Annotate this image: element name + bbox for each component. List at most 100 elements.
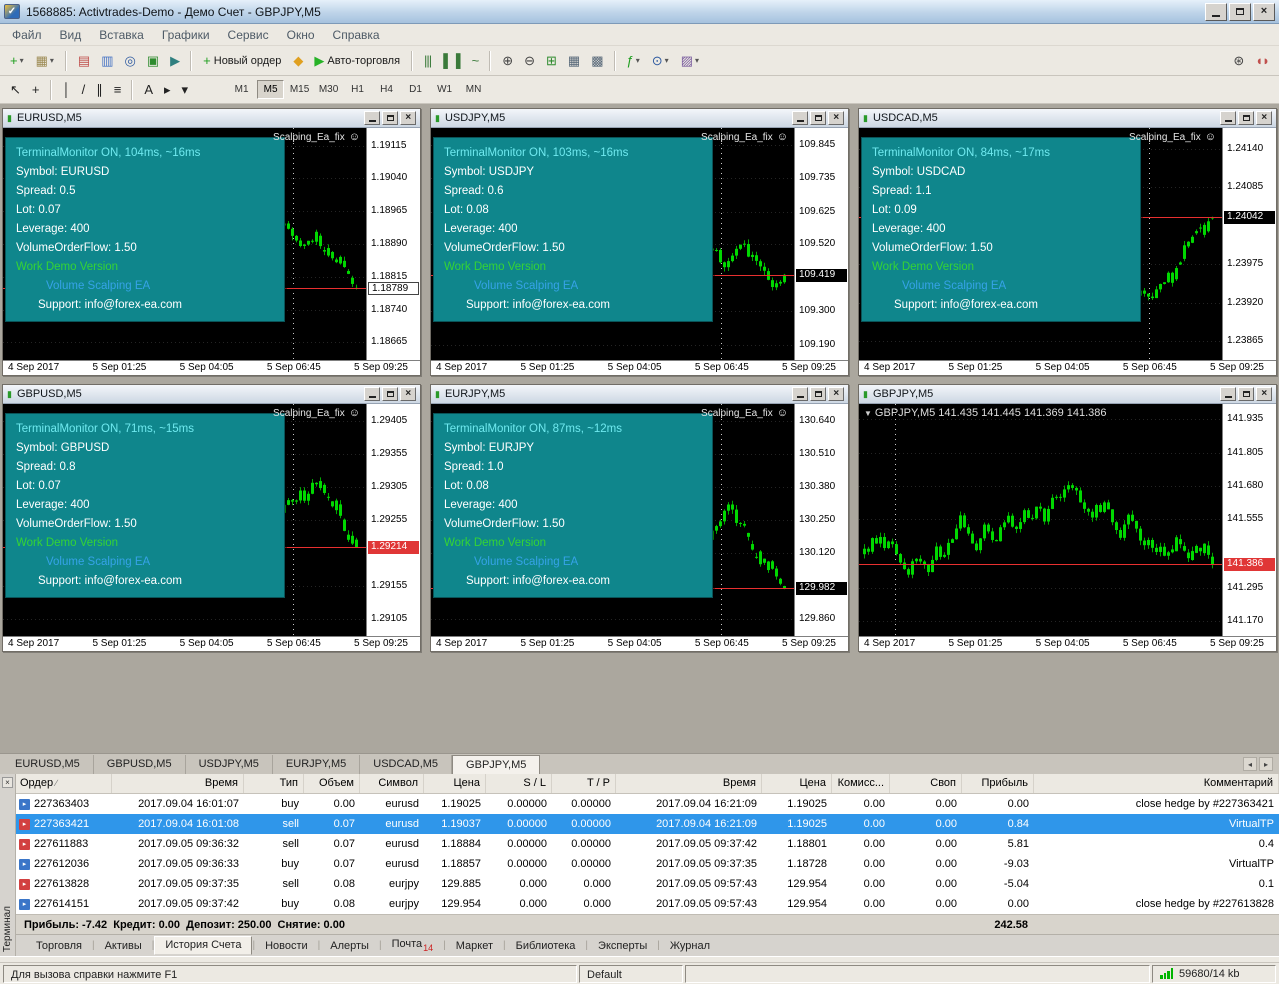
- timeframe-h1-button[interactable]: H1: [344, 80, 371, 99]
- menu-item-вид[interactable]: Вид: [51, 25, 91, 45]
- chart-restore-button[interactable]: [1238, 111, 1254, 125]
- terminal-tab-торговля[interactable]: Торговля: [26, 937, 92, 955]
- chart-restore-button[interactable]: [810, 111, 826, 125]
- chart-plot[interactable]: TerminalMonitor ON, 71ms, ~15ms Symbol: G…: [3, 404, 366, 636]
- arrows-button[interactable]: ▾: [177, 79, 193, 101]
- templates-button[interactable]: ▨ ▾: [676, 50, 704, 72]
- navigator-button[interactable]: ◎: [120, 50, 140, 72]
- profiles-button[interactable]: ▦ ▾: [31, 50, 59, 72]
- terminal-tab-журнал[interactable]: Журнал: [660, 937, 720, 955]
- chart-minimize-button[interactable]: [792, 387, 808, 401]
- terminal-tab-маркет[interactable]: Маркет: [446, 937, 503, 955]
- timeframe-d1-button[interactable]: D1: [402, 80, 429, 99]
- terminal-tab-активы[interactable]: Активы: [95, 937, 152, 955]
- menu-item-окно[interactable]: Окно: [278, 25, 324, 45]
- crosshair-button[interactable]: +: [27, 79, 44, 101]
- column-header-s-/-l-7[interactable]: S / L: [486, 774, 552, 793]
- window-tab-usdcad-m5[interactable]: USDCAD,M5: [360, 755, 453, 774]
- timeframe-m15-button[interactable]: M15: [286, 80, 313, 99]
- chart-titlebar[interactable]: ▮ EURJPY,M5 ×: [431, 385, 848, 404]
- timeframe-mn-button[interactable]: MN: [460, 80, 487, 99]
- search-button[interactable]: ⊛: [1228, 50, 1248, 72]
- column-header-объем-4[interactable]: Объем: [304, 774, 360, 793]
- menu-item-вставка[interactable]: Вставка: [90, 25, 153, 45]
- scroll-left-button[interactable]: ◂: [1243, 757, 1257, 771]
- window-titlebar[interactable]: ✓ 1568885: Activtrades-Demo - Демо Счет …: [0, 0, 1279, 24]
- vertical-line-button[interactable]: │: [58, 79, 75, 101]
- chart-close-button[interactable]: ×: [1256, 111, 1272, 125]
- terminal-tab-история-счета[interactable]: История Счета: [154, 936, 253, 955]
- chart-titlebar[interactable]: ▮ GBPJPY,M5 ×: [859, 385, 1276, 404]
- chart-minimize-button[interactable]: [1220, 111, 1236, 125]
- column-header-прибыль-13[interactable]: Прибыль: [962, 774, 1034, 793]
- fibonacci-button[interactable]: ≡: [109, 79, 126, 101]
- chart-titlebar[interactable]: ▮ GBPUSD,M5 ×: [3, 385, 420, 404]
- chart-titlebar[interactable]: ▮ EURUSD,M5 ×: [3, 109, 420, 128]
- column-header-время-9[interactable]: Время: [616, 774, 762, 793]
- chart-restore-button[interactable]: [382, 111, 398, 125]
- terminal-tab-эксперты[interactable]: Эксперты: [588, 937, 657, 955]
- menu-item-сервис[interactable]: Сервис: [219, 25, 278, 45]
- market-watch-button[interactable]: ▤: [73, 50, 94, 72]
- cursor-button[interactable]: ↖: [5, 79, 25, 101]
- timeframe-m5-button[interactable]: M5: [257, 80, 285, 99]
- timeframe-w1-button[interactable]: W1: [431, 80, 458, 99]
- arrange-windows-button[interactable]: ▦: [563, 50, 584, 72]
- chart-plot[interactable]: TerminalMonitor ON, 104ms, ~16ms Symbol: …: [3, 128, 366, 360]
- window-tab-eurusd-m5[interactable]: EURUSD,M5: [2, 755, 94, 774]
- chart-plot[interactable]: TerminalMonitor ON, 87ms, ~12ms Symbol: E…: [431, 404, 794, 636]
- chart-restore-button[interactable]: [1238, 387, 1254, 401]
- strategy-tester-button[interactable]: ▶: [165, 50, 184, 72]
- window-minimize-button[interactable]: [1205, 2, 1227, 21]
- history-row[interactable]: ▸ 227612036 2017.09.05 09:36:33 buy 0.07 euru…: [16, 854, 1279, 874]
- history-row[interactable]: ▸ 227614151 2017.09.05 09:37:42 buy 0.08 eurj…: [16, 894, 1279, 914]
- chart-restore-button[interactable]: [810, 387, 826, 401]
- chart-titlebar[interactable]: ▮ USDCAD,M5 ×: [859, 109, 1276, 128]
- window-maximize-button[interactable]: [1229, 2, 1251, 21]
- history-row[interactable]: ▸ 227363421 2017.09.04 16:01:08 sell 0.07 eur…: [16, 814, 1279, 834]
- history-row[interactable]: ▸ 227363403 2017.09.04 16:01:07 buy 0.00 euru…: [16, 794, 1279, 814]
- terminal-tab-библиотека[interactable]: Библиотека: [506, 937, 586, 955]
- chart-restore-button[interactable]: [382, 387, 398, 401]
- scroll-right-button[interactable]: ▸: [1259, 757, 1273, 771]
- tile-windows-button[interactable]: ⊞: [541, 50, 561, 72]
- menu-item-файл[interactable]: Файл: [3, 25, 51, 45]
- window-tab-gbpusd-m5[interactable]: GBPUSD,M5: [94, 755, 186, 774]
- status-profile[interactable]: Default: [579, 964, 683, 983]
- chart-line-button[interactable]: ~: [467, 50, 484, 72]
- chat-button[interactable]: ◖◗: [1250, 50, 1274, 72]
- chart-minimize-button[interactable]: [364, 111, 380, 125]
- chart-close-button[interactable]: ×: [828, 387, 844, 401]
- new-chart-button[interactable]: + ▾: [5, 50, 29, 72]
- text-label-button[interactable]: ▸: [159, 79, 175, 101]
- chart-close-button[interactable]: ×: [400, 111, 416, 125]
- equidistant-channel-button[interactable]: ∥: [91, 79, 107, 101]
- menu-item-графики[interactable]: Графики: [153, 25, 219, 45]
- column-header-тип-3[interactable]: Тип: [244, 774, 304, 793]
- chart-minimize-button[interactable]: [1220, 387, 1236, 401]
- new-order-button[interactable]: + Новый ордер: [198, 50, 286, 72]
- column-header-комисс--11[interactable]: Комисс...: [832, 774, 890, 793]
- window-close-button[interactable]: ×: [1253, 2, 1275, 21]
- data-window-button[interactable]: ▥: [96, 50, 117, 72]
- terminal-close-button[interactable]: ×: [2, 777, 13, 788]
- chart-titlebar[interactable]: ▮ USDJPY,M5 ×: [431, 109, 848, 128]
- window-tab-gbpjpy-m5[interactable]: GBPJPY,M5: [452, 755, 541, 774]
- timeframe-m1-button[interactable]: M1: [228, 80, 255, 99]
- column-header-своп-12[interactable]: Своп: [890, 774, 962, 793]
- menu-item-справка[interactable]: Справка: [324, 25, 389, 45]
- column-header-t-/-p-8[interactable]: T / P: [552, 774, 616, 793]
- metaeditor-button[interactable]: ◆: [288, 50, 307, 72]
- column-header-цена-6[interactable]: Цена: [424, 774, 486, 793]
- chart-candles-button[interactable]: ▌▐: [438, 50, 464, 72]
- indicators-button[interactable]: ƒ ▾: [622, 50, 645, 72]
- text-button[interactable]: A: [139, 79, 157, 101]
- periods-button[interactable]: ⊙ ▾: [647, 50, 674, 72]
- terminal-tab-алерты[interactable]: Алерты: [320, 937, 379, 955]
- terminal-tab-новости[interactable]: Новости: [255, 937, 318, 955]
- timeframe-m30-button[interactable]: M30: [315, 80, 342, 99]
- history-row[interactable]: ▸ 227613828 2017.09.05 09:37:35 sell 0.08 eur…: [16, 874, 1279, 894]
- column-header-комментарий-14[interactable]: Комментарий: [1034, 774, 1279, 793]
- zoom-out-button[interactable]: ⊖: [519, 50, 539, 72]
- chart-plot[interactable]: TerminalMonitor ON, 103ms, ~16ms Symbol: …: [431, 128, 794, 360]
